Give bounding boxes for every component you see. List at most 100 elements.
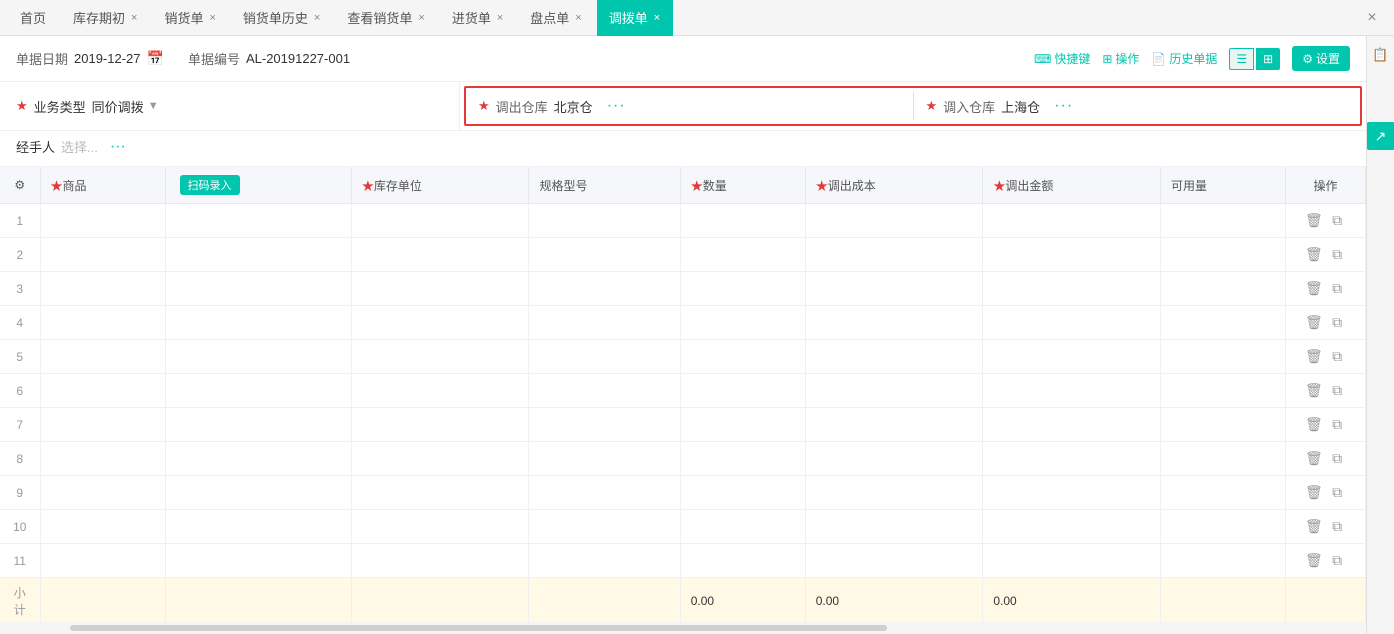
close-transfer[interactable]: ×: [654, 12, 660, 24]
row-cost-11[interactable]: [805, 544, 983, 578]
row-available-11[interactable]: [1161, 544, 1286, 578]
row-spec-2[interactable]: [529, 238, 680, 272]
row-qty-10[interactable]: [680, 510, 805, 544]
biz-type-select[interactable]: 同价调拨 ▼: [92, 97, 159, 116]
row-product-6[interactable]: [40, 374, 165, 408]
delete-icon-3[interactable]: 🗑: [1304, 279, 1324, 299]
row-product-7[interactable]: [40, 408, 165, 442]
row-amount-2[interactable]: [983, 238, 1161, 272]
row-amount-9[interactable]: [983, 476, 1161, 510]
row-available-8[interactable]: [1161, 442, 1286, 476]
delete-icon-9[interactable]: 🗑: [1304, 483, 1324, 503]
row-unit-1[interactable]: [351, 204, 529, 238]
tab-purchase[interactable]: 进货单 ×: [440, 0, 516, 36]
row-product-9[interactable]: [40, 476, 165, 510]
row-product-4[interactable]: [40, 306, 165, 340]
list-view-button[interactable]: ☰: [1229, 48, 1254, 70]
scan-button[interactable]: 扫码录入: [180, 175, 240, 195]
row-available-4[interactable]: [1161, 306, 1286, 340]
delete-icon-2[interactable]: 🗑: [1304, 245, 1324, 265]
close-inventory-init[interactable]: ×: [131, 12, 137, 24]
row-cost-10[interactable]: [805, 510, 983, 544]
row-unit-11[interactable]: [351, 544, 529, 578]
row-product-3[interactable]: [40, 272, 165, 306]
sidebar-export-icon[interactable]: ↗: [1367, 122, 1394, 150]
shortcut-link[interactable]: ⌨ 快捷键: [1034, 50, 1090, 67]
history-link[interactable]: 📄 历史单据: [1151, 50, 1217, 67]
row-available-2[interactable]: [1161, 238, 1286, 272]
row-spec-4[interactable]: [529, 306, 680, 340]
close-purchase[interactable]: ×: [497, 12, 503, 24]
row-product-2[interactable]: [40, 238, 165, 272]
sidebar-notes-icon[interactable]: 📋: [1370, 44, 1392, 66]
row-amount-4[interactable]: [983, 306, 1161, 340]
row-unit-9[interactable]: [351, 476, 529, 510]
row-cost-5[interactable]: [805, 340, 983, 374]
row-product-8[interactable]: [40, 442, 165, 476]
row-spec-10[interactable]: [529, 510, 680, 544]
row-unit-2[interactable]: [351, 238, 529, 272]
row-amount-5[interactable]: [983, 340, 1161, 374]
row-qty-2[interactable]: [680, 238, 805, 272]
row-available-6[interactable]: [1161, 374, 1286, 408]
copy-icon-7[interactable]: ⧉: [1327, 415, 1347, 435]
copy-icon-6[interactable]: ⧉: [1327, 381, 1347, 401]
close-all-button[interactable]: ×: [1358, 4, 1386, 32]
row-qty-9[interactable]: [680, 476, 805, 510]
row-available-10[interactable]: [1161, 510, 1286, 544]
row-cost-1[interactable]: [805, 204, 983, 238]
in-warehouse-more-button[interactable]: ···: [1054, 97, 1073, 115]
row-unit-6[interactable]: [351, 374, 529, 408]
delete-icon-5[interactable]: 🗑: [1304, 347, 1324, 367]
row-cost-2[interactable]: [805, 238, 983, 272]
row-spec-1[interactable]: [529, 204, 680, 238]
row-spec-5[interactable]: [529, 340, 680, 374]
row-amount-7[interactable]: [983, 408, 1161, 442]
row-spec-6[interactable]: [529, 374, 680, 408]
row-product-1[interactable]: [40, 204, 165, 238]
row-available-9[interactable]: [1161, 476, 1286, 510]
row-qty-1[interactable]: [680, 204, 805, 238]
row-qty-4[interactable]: [680, 306, 805, 340]
horizontal-scrollbar[interactable]: [0, 622, 1366, 634]
copy-icon-9[interactable]: ⧉: [1327, 483, 1347, 503]
tab-stocktake[interactable]: 盘点单 ×: [518, 0, 594, 36]
row-amount-8[interactable]: [983, 442, 1161, 476]
settings-button[interactable]: ⚙ 设置: [1292, 46, 1350, 71]
row-qty-11[interactable]: [680, 544, 805, 578]
row-amount-3[interactable]: [983, 272, 1161, 306]
row-qty-6[interactable]: [680, 374, 805, 408]
row-cost-3[interactable]: [805, 272, 983, 306]
tab-sales-history[interactable]: 销货单历史 ×: [231, 0, 333, 36]
copy-icon-3[interactable]: ⧉: [1327, 279, 1347, 299]
row-spec-8[interactable]: [529, 442, 680, 476]
tab-transfer[interactable]: 调拨单 ×: [597, 0, 673, 36]
row-cost-4[interactable]: [805, 306, 983, 340]
copy-icon-4[interactable]: ⧉: [1327, 313, 1347, 333]
out-warehouse-more-button[interactable]: ···: [607, 97, 626, 115]
handler-input[interactable]: 选择...: [61, 137, 98, 156]
copy-icon-11[interactable]: ⧉: [1327, 551, 1347, 571]
delete-icon-4[interactable]: 🗑: [1304, 313, 1324, 333]
row-unit-10[interactable]: [351, 510, 529, 544]
row-unit-5[interactable]: [351, 340, 529, 374]
delete-icon-10[interactable]: 🗑: [1304, 517, 1324, 537]
row-qty-3[interactable]: [680, 272, 805, 306]
delete-icon-11[interactable]: 🗑: [1304, 551, 1324, 571]
close-sales-history[interactable]: ×: [314, 12, 320, 24]
row-unit-3[interactable]: [351, 272, 529, 306]
tab-sales-order[interactable]: 销货单 ×: [152, 0, 228, 36]
row-product-10[interactable]: [40, 510, 165, 544]
copy-icon-1[interactable]: ⧉: [1327, 211, 1347, 231]
delete-icon-1[interactable]: 🗑: [1304, 211, 1324, 231]
row-available-3[interactable]: [1161, 272, 1286, 306]
copy-icon-2[interactable]: ⧉: [1327, 245, 1347, 265]
copy-icon-8[interactable]: ⧉: [1327, 449, 1347, 469]
copy-icon-10[interactable]: ⧉: [1327, 517, 1347, 537]
row-qty-7[interactable]: [680, 408, 805, 442]
row-unit-8[interactable]: [351, 442, 529, 476]
row-cost-9[interactable]: [805, 476, 983, 510]
tab-view-sales[interactable]: 查看销货单 ×: [335, 0, 437, 36]
row-available-5[interactable]: [1161, 340, 1286, 374]
row-cost-6[interactable]: [805, 374, 983, 408]
